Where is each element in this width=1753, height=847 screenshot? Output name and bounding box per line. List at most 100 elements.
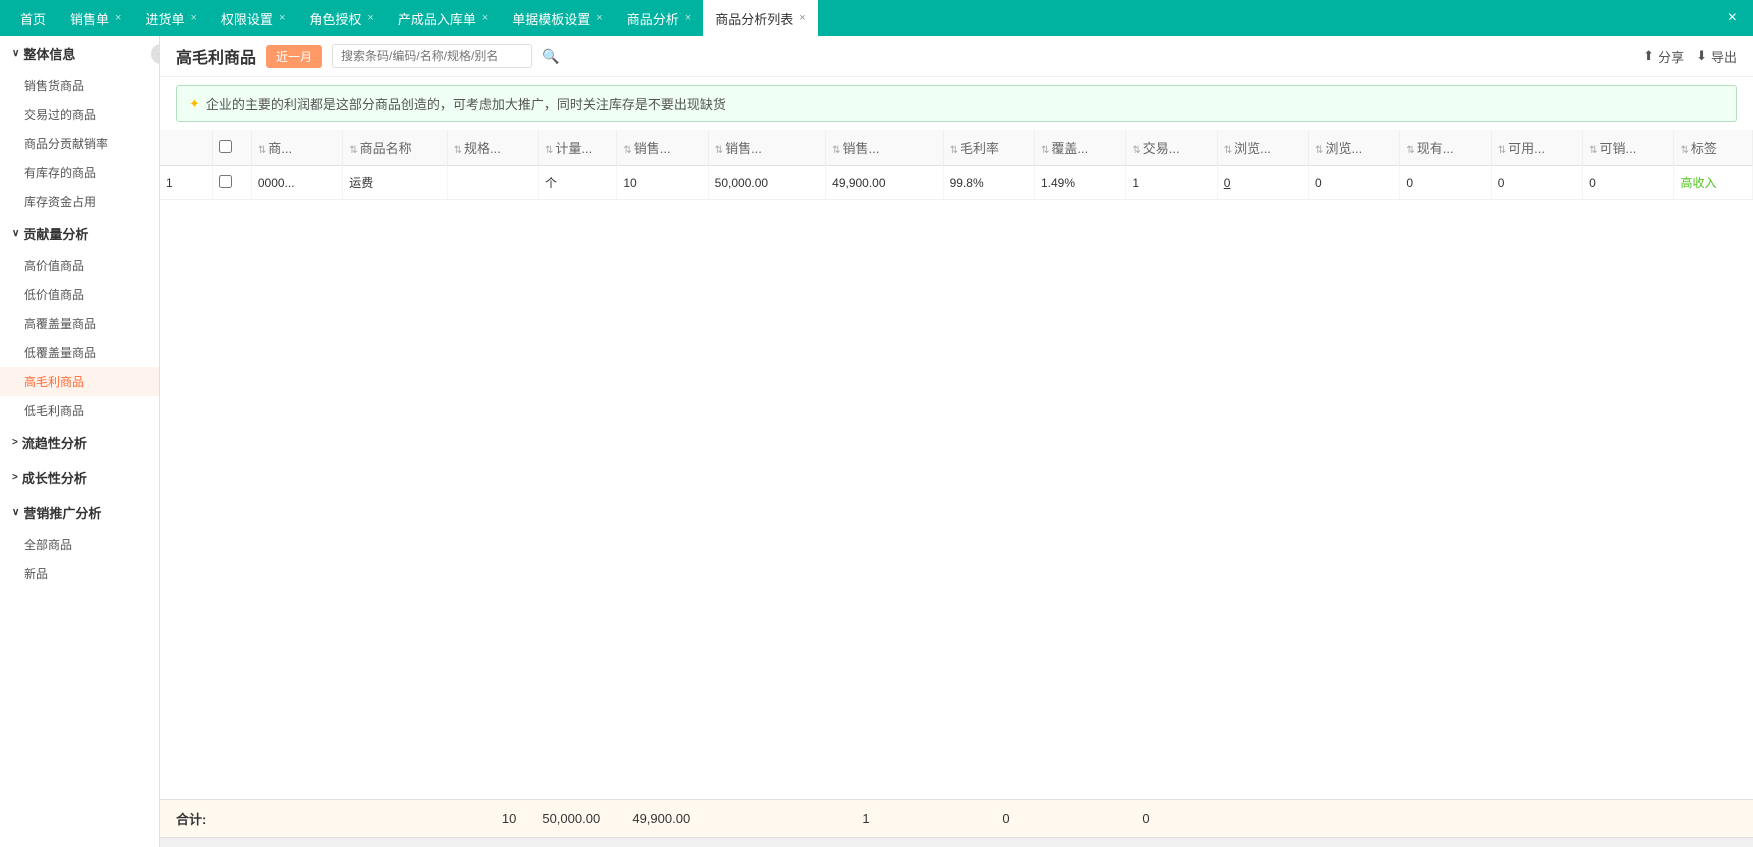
nav-item-3[interactable]: 权限设置× bbox=[209, 0, 297, 36]
sidebar-group-label-1: 贡献量分析 bbox=[23, 224, 88, 243]
sidebar-group-arrow-1: ∨ bbox=[12, 228, 19, 239]
sidebar-group-4[interactable]: ∨营销推广分析 bbox=[0, 495, 159, 530]
sidebar-item-1-5[interactable]: 低毛利商品 bbox=[0, 396, 159, 425]
footer-empty2 bbox=[786, 811, 856, 826]
footer-views1 bbox=[926, 811, 996, 826]
footer-current bbox=[1066, 811, 1136, 826]
col-header-13[interactable]: ⇅浏览... bbox=[1309, 130, 1400, 166]
sidebar-item-1-0[interactable]: 高价值商品 bbox=[0, 251, 159, 280]
row-available: 0 bbox=[1491, 166, 1582, 200]
sidebar-item-4-0[interactable]: 全部商品 bbox=[0, 530, 159, 559]
sort-icon-11: ⇅ bbox=[1132, 145, 1140, 156]
info-text: 企业的主要的利润都是这部分商品创造的，可考虑加大推广，同时关注库存是不要出现缺货 bbox=[206, 94, 726, 113]
col-header-9[interactable]: ⇅毛利率 bbox=[943, 130, 1034, 166]
data-table: ⇅商...⇅商品名称⇅规格...⇅计量...⇅销售...⇅销售...⇅销售...… bbox=[160, 130, 1753, 200]
col-label-10: 覆盖... bbox=[1051, 141, 1088, 156]
window-close-button[interactable]: × bbox=[1720, 9, 1745, 27]
col-header-14[interactable]: ⇅现有... bbox=[1400, 130, 1491, 166]
select-all-checkbox[interactable] bbox=[219, 140, 232, 153]
data-table-wrapper[interactable]: ⇅商...⇅商品名称⇅规格...⇅计量...⇅销售...⇅销售...⇅销售...… bbox=[160, 130, 1753, 799]
sidebar-item-0-2[interactable]: 商品分贡献销率 bbox=[0, 129, 159, 158]
col-label-3: 商品名称 bbox=[360, 141, 412, 156]
content-header: 高毛利商品 近一月 🔍 ⬆ 分享 ⬇ 导出 bbox=[160, 36, 1753, 77]
col-header-3[interactable]: ⇅商品名称 bbox=[343, 130, 447, 166]
row-checkbox-input[interactable] bbox=[219, 175, 232, 188]
nav-close-1[interactable]: × bbox=[115, 12, 121, 24]
nav-close-6[interactable]: × bbox=[596, 12, 602, 24]
sidebar-group-label-2: 流趋性分析 bbox=[22, 433, 87, 452]
sidebar-group-1[interactable]: ∨ 贡献量分析 bbox=[0, 216, 159, 251]
nav-close-2[interactable]: × bbox=[190, 12, 196, 24]
export-button[interactable]: ⬇ 导出 bbox=[1696, 47, 1737, 66]
footer-transactions: 1 bbox=[856, 811, 926, 826]
col-header-12[interactable]: ⇅浏览... bbox=[1217, 130, 1308, 166]
sidebar-item-0-0[interactable]: 销售货商品 bbox=[0, 71, 159, 100]
col-header-4[interactable]: ⇅规格... bbox=[447, 130, 538, 166]
sort-icon-13: ⇅ bbox=[1315, 145, 1323, 156]
sidebar-group-arrow-2: > bbox=[12, 437, 18, 448]
sort-icon-7: ⇅ bbox=[715, 145, 723, 156]
nav-close-3[interactable]: × bbox=[279, 12, 285, 24]
table-row: 10000...运费个1050,000.0049,900.0099.8%1.49… bbox=[160, 166, 1753, 200]
col-header-8[interactable]: ⇅销售... bbox=[826, 130, 943, 166]
nav-close-8[interactable]: × bbox=[799, 12, 805, 24]
sort-icon-14: ⇅ bbox=[1406, 145, 1414, 156]
nav-item-1[interactable]: 销售单× bbox=[58, 0, 133, 36]
sidebar-item-1-4[interactable]: 高毛利商品 bbox=[0, 367, 159, 396]
bottom-scrollbar[interactable] bbox=[160, 837, 1753, 847]
sort-icon-3: ⇅ bbox=[349, 145, 357, 156]
nav-item-2[interactable]: 进货单× bbox=[133, 0, 208, 36]
search-input[interactable] bbox=[332, 44, 532, 68]
col-header-17[interactable]: ⇅标签 bbox=[1674, 130, 1753, 166]
sidebar-item-1-3[interactable]: 低覆盖量商品 bbox=[0, 338, 159, 367]
nav-item-6[interactable]: 单据模板设置× bbox=[500, 0, 614, 36]
footer-available: 0 bbox=[1136, 811, 1206, 826]
sidebar-group-3[interactable]: >成长性分析 bbox=[0, 460, 159, 495]
col-header-15[interactable]: ⇅可用... bbox=[1491, 130, 1582, 166]
col-header-2[interactable]: ⇅商... bbox=[251, 130, 342, 166]
sidebar-group-2[interactable]: > 流趋性分析 bbox=[0, 425, 159, 460]
sidebar-item-0-1[interactable]: 交易过的商品 bbox=[0, 100, 159, 129]
nav-item-4[interactable]: 角色授权× bbox=[297, 0, 385, 36]
sort-icon-5: ⇅ bbox=[545, 145, 553, 156]
col-header-10[interactable]: ⇅覆盖... bbox=[1034, 130, 1125, 166]
sidebar-group-0[interactable]: ∨整体信息 bbox=[0, 36, 159, 71]
col-header-5[interactable]: ⇅计量... bbox=[539, 130, 617, 166]
footer-saleable bbox=[1206, 811, 1276, 826]
col-header-6[interactable]: ⇅销售... bbox=[617, 130, 708, 166]
row-current: 0 bbox=[1400, 166, 1491, 200]
nav-close-7[interactable]: × bbox=[685, 12, 691, 24]
sidebar-item-0-4[interactable]: 库存资金占用 bbox=[0, 187, 159, 216]
row-saleable: 0 bbox=[1583, 166, 1674, 200]
footer-label: 合计: bbox=[176, 809, 206, 828]
footer-values: 10 50,000.00 49,900.00 1 0 0 bbox=[226, 811, 1737, 826]
nav-close-4[interactable]: × bbox=[367, 12, 373, 24]
search-button[interactable]: 🔍 bbox=[542, 48, 559, 65]
nav-item-0[interactable]: 首页 bbox=[8, 0, 58, 36]
sidebar-item-0-3[interactable]: 有库存的商品 bbox=[0, 158, 159, 187]
col-label-6: 销售... bbox=[634, 141, 671, 156]
sidebar-item-4-1[interactable]: 新品 bbox=[0, 559, 159, 588]
col-header-7[interactable]: ⇅销售... bbox=[708, 130, 825, 166]
sidebar-item-1-1[interactable]: 低价值商品 bbox=[0, 280, 159, 309]
col-label-7: 销售... bbox=[725, 141, 762, 156]
col-label-17: 标签 bbox=[1691, 141, 1717, 156]
nav-close-5[interactable]: × bbox=[482, 12, 488, 24]
main-layout: « ∨整体信息销售货商品交易过的商品商品分贡献销率有库存的商品库存资金占用∨贡献… bbox=[0, 36, 1753, 847]
share-button[interactable]: ⬆ 分享 bbox=[1643, 47, 1684, 66]
nav-item-8[interactable]: 商品分析列表× bbox=[703, 0, 817, 36]
col-label-15: 可用... bbox=[1508, 141, 1545, 156]
col-label-4: 规格... bbox=[464, 141, 501, 156]
row-checkbox[interactable] bbox=[212, 166, 251, 200]
col-header-11[interactable]: ⇅交易... bbox=[1126, 130, 1217, 166]
nav-item-7[interactable]: 商品分析× bbox=[615, 0, 703, 36]
nav-item-5[interactable]: 产成品入库单× bbox=[386, 0, 500, 36]
col-label-9: 毛利率 bbox=[960, 141, 999, 156]
sidebar-item-1-2[interactable]: 高覆盖量商品 bbox=[0, 309, 159, 338]
row-views1[interactable]: 0 bbox=[1217, 166, 1308, 200]
col-header-16[interactable]: ⇅可销... bbox=[1583, 130, 1674, 166]
filter-period-button[interactable]: 近一月 bbox=[266, 45, 322, 68]
col-label-16: 可销... bbox=[1600, 141, 1637, 156]
table-footer: 合计: 10 50,000.00 49,900.00 1 0 0 bbox=[160, 799, 1753, 837]
tip-icon: ✦ bbox=[189, 96, 200, 112]
